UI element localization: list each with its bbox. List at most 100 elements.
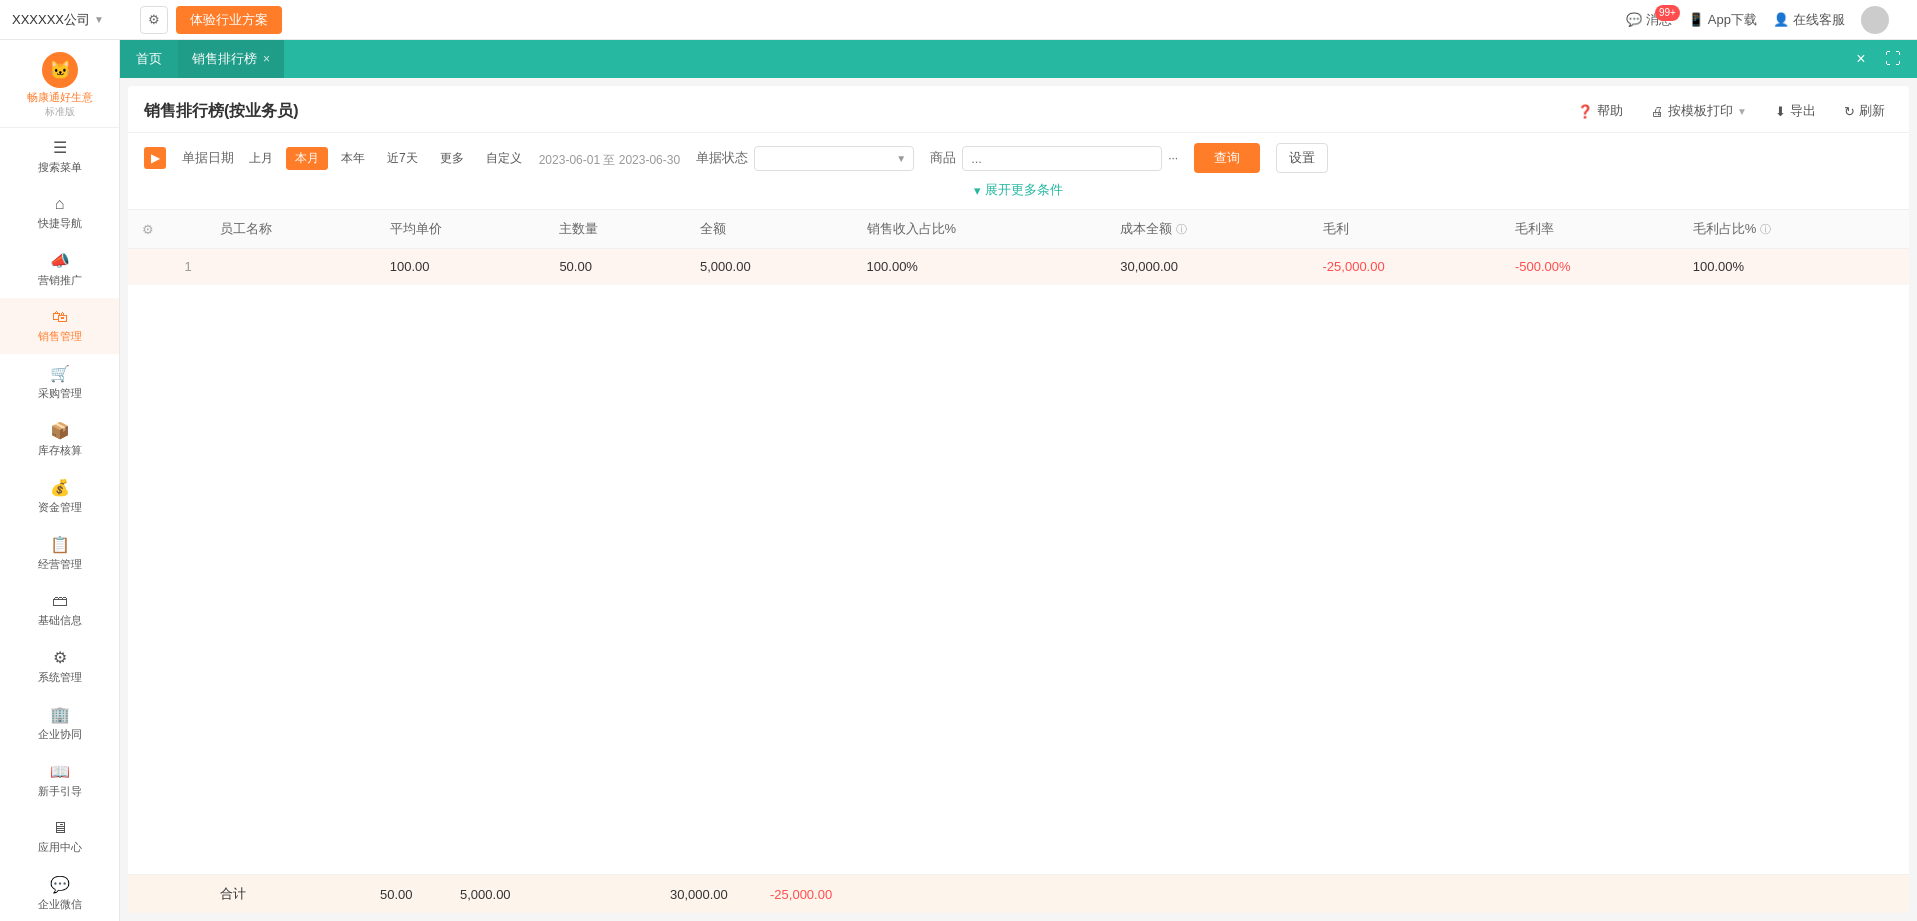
sidebar-item-sales[interactable]: 🛍 销售管理 xyxy=(0,298,119,354)
chevron-down-icon: ▾ xyxy=(974,183,981,198)
date-btn-current-month[interactable]: 本月 xyxy=(286,147,328,170)
row-avg-price: 100.00 xyxy=(378,249,548,285)
print-chevron-icon: ▼ xyxy=(1737,106,1747,117)
sidebar-item-finance[interactable]: 💰 资金管理 xyxy=(0,468,119,525)
goods-label: 商品 xyxy=(930,149,956,167)
date-btn-7days[interactable]: 近7天 xyxy=(378,147,427,170)
app-download-button[interactable]: 📱 App下载 xyxy=(1688,11,1757,29)
sidebar-item-appstore[interactable]: 🖥 应用中心 xyxy=(0,809,119,865)
guide-icon: 📖 xyxy=(50,762,70,781)
app-icon: 📱 xyxy=(1688,12,1704,27)
message-button[interactable]: 💬 消息 99+ xyxy=(1626,11,1672,29)
sidebar-item-label: 经营管理 xyxy=(38,557,82,572)
sidebar-item-operation[interactable]: 📋 经营管理 xyxy=(0,525,119,582)
sidebar-item-search[interactable]: ☰ 搜索菜单 xyxy=(0,128,119,185)
print-label: 按模板打印 xyxy=(1668,102,1733,120)
trial-button[interactable]: 体验行业方案 xyxy=(176,6,282,34)
status-select-wrapper xyxy=(754,146,914,171)
operation-icon: 📋 xyxy=(50,535,70,554)
sidebar-item-label: 资金管理 xyxy=(38,500,82,515)
sidebar-item-label: 销售管理 xyxy=(38,329,82,344)
table-footer: 合计 50.00 5,000.00 30,000.00 -25,000.00 xyxy=(128,874,1909,913)
date-btn-more[interactable]: 更多 xyxy=(431,147,473,170)
tab-home-label: 首页 xyxy=(136,50,162,68)
refresh-label: 刷新 xyxy=(1859,102,1885,120)
sidebar-item-marketing[interactable]: 📣 营销推广 xyxy=(0,241,119,298)
expand-more-button[interactable]: ▾ 展开更多条件 xyxy=(974,181,1063,199)
sidebar-item-label: 企业协同 xyxy=(38,727,82,742)
col-amount: 全额 xyxy=(688,210,855,249)
sidebar-item-guide[interactable]: 📖 新手引导 xyxy=(0,752,119,809)
message-badge: 99+ xyxy=(1655,5,1680,21)
company-name: XXXXXX公司 xyxy=(12,11,90,29)
appstore-icon: 🖥 xyxy=(52,819,68,837)
filter-row: ▶ 单据日期 上月 本月 本年 近7天 更多 自定义 xyxy=(144,143,1893,173)
company-selector[interactable]: XXXXXX公司 ▼ xyxy=(12,11,132,29)
sidebar-item-label: 系统管理 xyxy=(38,670,82,685)
date-buttons: 上月 本月 本年 近7天 更多 自定义 xyxy=(240,147,531,170)
query-button[interactable]: 查询 xyxy=(1194,143,1260,173)
refresh-button[interactable]: ↻ 刷新 xyxy=(1836,98,1893,124)
sidebar-item-weixin[interactable]: 💬 企业微信 xyxy=(0,865,119,921)
content-area: 首页 销售排行榜 × × ⛶ 销售排行榜(按业务员) ❓ 帮助 xyxy=(120,40,1917,921)
tab-bar: 首页 销售排行榜 × × ⛶ xyxy=(120,40,1917,78)
expand-more-label: 展开更多条件 xyxy=(985,181,1063,199)
col-settings[interactable]: ⚙ xyxy=(128,210,168,249)
col-cost: 成本全额 ⓘ xyxy=(1108,210,1310,249)
col-gross-rate: 毛利率 xyxy=(1503,210,1681,249)
logo-subtext: 标准版 xyxy=(45,105,75,119)
filter-settings-button[interactable]: 设置 xyxy=(1276,143,1328,173)
footer-gross: -25,000.00 xyxy=(770,887,870,902)
table-header-row: ⚙ 员工名称 平均单价 主数量 全额 销售收入占比% 成本全额 ⓘ 毛利 毛利率… xyxy=(128,210,1909,249)
status-filter: 单据状态 xyxy=(696,146,914,171)
company-settings-button[interactable]: ⚙ xyxy=(140,6,168,34)
page-actions: ❓ 帮助 🖨 按模板打印 ▼ ⬇ 导出 ↻ 刷新 xyxy=(1569,98,1893,124)
sidebar-item-label: 快捷导航 xyxy=(38,216,82,231)
logo-text: 畅康通好生意 xyxy=(27,90,93,105)
help-button[interactable]: ❓ 帮助 xyxy=(1569,98,1631,124)
system-icon: ⚙ xyxy=(53,648,67,667)
service-label: 在线客服 xyxy=(1793,11,1845,29)
row-employee-name xyxy=(208,249,378,285)
col-avg-price: 平均单价 xyxy=(378,210,548,249)
inventory-icon: 📦 xyxy=(50,421,70,440)
sidebar-item-corp[interactable]: 🏢 企业协同 xyxy=(0,695,119,752)
sidebar-item-basic[interactable]: 🗃 基础信息 xyxy=(0,582,119,638)
date-btn-current-year[interactable]: 本年 xyxy=(332,147,374,170)
chevron-down-icon: ▼ xyxy=(94,14,104,25)
basic-icon: 🗃 xyxy=(52,592,68,610)
goods-filter: 商品 ··· xyxy=(930,146,1178,171)
help-label: 帮助 xyxy=(1597,102,1623,120)
purchase-icon: 🛒 xyxy=(50,364,70,383)
sidebar-item-system[interactable]: ⚙ 系统管理 xyxy=(0,638,119,695)
page-title: 销售排行榜(按业务员) xyxy=(144,101,299,122)
date-btn-custom[interactable]: 自定义 xyxy=(477,147,531,170)
export-button[interactable]: ⬇ 导出 xyxy=(1767,98,1824,124)
tab-home[interactable]: 首页 xyxy=(120,40,178,78)
print-button[interactable]: 🖨 按模板打印 ▼ xyxy=(1643,98,1755,124)
col-sales-pct: 销售收入占比% xyxy=(855,210,1109,249)
sales-icon: 🛍 xyxy=(52,308,68,326)
sidebar-item-purchase[interactable]: 🛒 采购管理 xyxy=(0,354,119,411)
tab-sales-ranking[interactable]: 销售排行榜 × xyxy=(178,40,284,78)
sidebar-item-label: 企业微信 xyxy=(38,897,82,912)
date-btn-prev-month[interactable]: 上月 xyxy=(240,147,282,170)
sidebar-item-label: 基础信息 xyxy=(38,613,82,628)
tab-close-window-icon[interactable]: × xyxy=(1849,47,1873,71)
status-select[interactable] xyxy=(754,146,914,171)
row-gross: -25,000.00 xyxy=(1311,249,1503,285)
avatar[interactable] xyxy=(1861,6,1889,34)
footer-label: 合计 xyxy=(220,885,300,903)
online-service-button[interactable]: 👤 在线客服 xyxy=(1773,11,1845,29)
tab-maximize-icon[interactable]: ⛶ xyxy=(1881,47,1905,71)
sidebar-item-label: 新手引导 xyxy=(38,784,82,799)
logo-area: 🐱 畅康通好生意 标准版 xyxy=(0,40,119,128)
goods-input[interactable] xyxy=(962,146,1162,171)
tab-close-icon[interactable]: × xyxy=(263,52,270,66)
sidebar-item-shortcut[interactable]: ⌂ 快捷导航 xyxy=(0,185,119,241)
goods-more-button[interactable]: ··· xyxy=(1168,151,1178,165)
sidebar-item-label: 采购管理 xyxy=(38,386,82,401)
sidebar-item-inventory[interactable]: 📦 库存核算 xyxy=(0,411,119,468)
message-icon: 💬 xyxy=(1626,12,1642,27)
collapse-filter-button[interactable]: ▶ xyxy=(144,147,166,169)
